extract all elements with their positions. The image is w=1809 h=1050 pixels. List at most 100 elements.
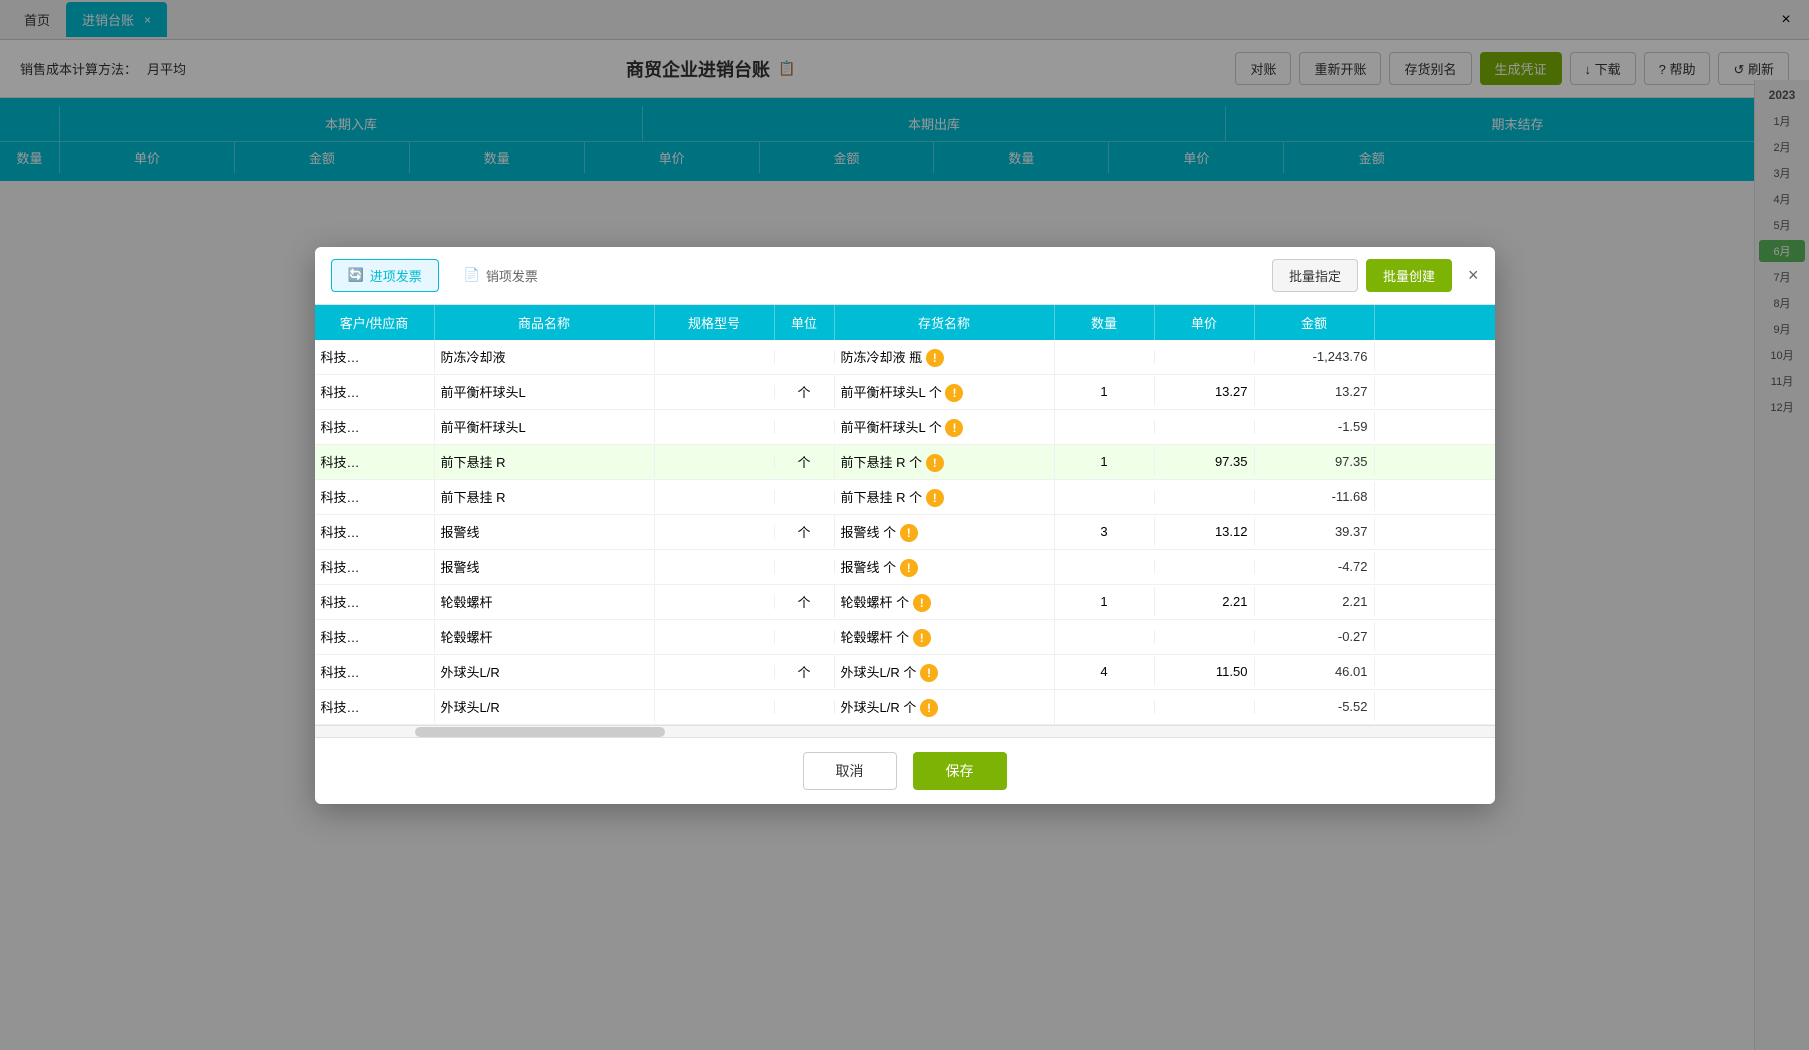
cell-spec: [655, 665, 775, 679]
cell-inventory: 前平衡杆球头L 个 !: [835, 375, 1055, 409]
cell-spec: [655, 455, 775, 469]
cell-product: 报警线: [435, 515, 655, 548]
table-row[interactable]: 科技… 前平衡杆球头L 个 前平衡杆球头L 个 ! 1 13.27 13.27: [315, 375, 1495, 410]
invoice-modal: 🔄 进项发票 📄 销项发票 批量指定 批量创建 × 客户/供应商 商品名称 规格…: [315, 247, 1495, 804]
cell-unit-price: [1155, 560, 1255, 574]
cell-unit: 个: [775, 445, 835, 478]
cell-amount: -1.59: [1255, 412, 1375, 441]
cell-inventory: 轮毂螺杆 个 !: [835, 620, 1055, 654]
cell-amount: -5.52: [1255, 692, 1375, 721]
table-row[interactable]: 科技… 前下悬挂 R 个 前下悬挂 R 个 ! 1 97.35 97.35: [315, 445, 1495, 480]
cell-spec: [655, 525, 775, 539]
col-quantity: 数量: [1055, 305, 1155, 340]
cell-product: 轮毂螺杆: [435, 620, 655, 653]
warning-icon: !: [920, 699, 938, 717]
cell-amount: 97.35: [1255, 447, 1375, 476]
cell-inventory: 报警线 个 !: [835, 550, 1055, 584]
cell-unit: 个: [775, 375, 835, 408]
table-row[interactable]: 科技… 外球头L/R 外球头L/R 个 ! -5.52: [315, 690, 1495, 725]
cell-unit-price: 2.21: [1155, 587, 1255, 616]
cell-amount: -0.27: [1255, 622, 1375, 651]
cell-spec: [655, 490, 775, 504]
table-row[interactable]: 科技… 报警线 报警线 个 ! -4.72: [315, 550, 1495, 585]
cell-spec: [655, 700, 775, 714]
batch-create-button[interactable]: 批量创建: [1366, 259, 1452, 292]
modal-overlay: 🔄 进项发票 📄 销项发票 批量指定 批量创建 × 客户/供应商 商品名称 规格…: [0, 0, 1809, 1050]
warning-icon: !: [945, 419, 963, 437]
col-spec: 规格型号: [655, 305, 775, 340]
tab-purchase-invoice[interactable]: 🔄 进项发票: [331, 259, 439, 292]
cell-spec: [655, 350, 775, 364]
cell-product: 防冻冷却液: [435, 340, 655, 373]
col-amount: 金额: [1255, 305, 1375, 340]
cell-unit-price: [1155, 700, 1255, 714]
cell-quantity: 4: [1055, 657, 1155, 686]
warning-icon: !: [913, 594, 931, 612]
cell-quantity: [1055, 420, 1155, 434]
table-row[interactable]: 科技… 轮毂螺杆 个 轮毂螺杆 个 ! 1 2.21 2.21: [315, 585, 1495, 620]
cancel-button[interactable]: 取消: [803, 752, 897, 790]
cell-inventory: 前下悬挂 R 个 !: [835, 445, 1055, 479]
cell-unit-price: 13.27: [1155, 377, 1255, 406]
col-unit-price: 单价: [1155, 305, 1255, 340]
cell-inventory: 外球头L/R 个 !: [835, 655, 1055, 689]
warning-icon: !: [926, 489, 944, 507]
cell-supplier: 科技…: [315, 620, 435, 653]
modal-table-body: 科技… 防冻冷却液 防冻冷却液 瓶 ! -1,243.76 科技… 前平衡杆球头…: [315, 340, 1495, 725]
table-row[interactable]: 科技… 报警线 个 报警线 个 ! 3 13.12 39.37: [315, 515, 1495, 550]
cell-product: 前下悬挂 R: [435, 445, 655, 478]
cell-product: 轮毂螺杆: [435, 585, 655, 618]
table-row[interactable]: 科技… 轮毂螺杆 轮毂螺杆 个 ! -0.27: [315, 620, 1495, 655]
cell-quantity: [1055, 350, 1155, 364]
col-inventory-name: 存货名称: [835, 305, 1055, 340]
cell-spec: [655, 630, 775, 644]
cell-inventory: 报警线 个 !: [835, 515, 1055, 549]
cell-unit: [775, 560, 835, 574]
warning-icon: !: [945, 384, 963, 402]
cell-product: 前下悬挂 R: [435, 480, 655, 513]
cell-product: 前平衡杆球头L: [435, 410, 655, 443]
cell-unit-price: 97.35: [1155, 447, 1255, 476]
sales-icon: 📄: [464, 267, 480, 283]
sales-tab-label: 销项发票: [486, 266, 538, 285]
cell-unit: [775, 700, 835, 714]
modal-close-button[interactable]: ×: [1468, 259, 1479, 292]
scrollbar-thumb[interactable]: [415, 727, 665, 737]
cell-quantity: [1055, 490, 1155, 504]
cell-supplier: 科技…: [315, 550, 435, 583]
col-product-name: 商品名称: [435, 305, 655, 340]
warning-icon: !: [900, 524, 918, 542]
warning-icon: !: [920, 664, 938, 682]
table-row[interactable]: 科技… 前下悬挂 R 前下悬挂 R 个 ! -11.68: [315, 480, 1495, 515]
cell-supplier: 科技…: [315, 375, 435, 408]
modal-footer: 取消 保存: [315, 737, 1495, 804]
table-row[interactable]: 科技… 防冻冷却液 防冻冷却液 瓶 ! -1,243.76: [315, 340, 1495, 375]
cell-amount: -1,243.76: [1255, 342, 1375, 371]
purchase-tab-label: 进项发票: [370, 266, 422, 285]
tab-sales-invoice[interactable]: 📄 销项发票: [447, 259, 555, 292]
cell-unit-price: 13.12: [1155, 517, 1255, 546]
batch-specify-button[interactable]: 批量指定: [1272, 259, 1358, 292]
cell-inventory: 防冻冷却液 瓶 !: [835, 340, 1055, 374]
cell-unit-price: [1155, 630, 1255, 644]
cell-product: 报警线: [435, 550, 655, 583]
table-row[interactable]: 科技… 外球头L/R 个 外球头L/R 个 ! 4 11.50 46.01: [315, 655, 1495, 690]
table-row[interactable]: 科技… 前平衡杆球头L 前平衡杆球头L 个 ! -1.59: [315, 410, 1495, 445]
horizontal-scrollbar[interactable]: [315, 725, 1495, 737]
modal-table-header: 客户/供应商 商品名称 规格型号 单位 存货名称 数量 单价 金额: [315, 305, 1495, 340]
cell-unit-price: [1155, 420, 1255, 434]
cell-amount: -4.72: [1255, 552, 1375, 581]
cell-spec: [655, 420, 775, 434]
warning-icon: !: [900, 559, 918, 577]
cell-unit: [775, 490, 835, 504]
cell-amount: 2.21: [1255, 587, 1375, 616]
cell-quantity: 1: [1055, 377, 1155, 406]
cell-amount: 46.01: [1255, 657, 1375, 686]
cell-supplier: 科技…: [315, 445, 435, 478]
cell-unit-price: 11.50: [1155, 657, 1255, 686]
cell-supplier: 科技…: [315, 585, 435, 618]
save-button[interactable]: 保存: [913, 752, 1007, 790]
cell-amount: 13.27: [1255, 377, 1375, 406]
cell-supplier: 科技…: [315, 655, 435, 688]
modal-header-actions: 批量指定 批量创建 ×: [1272, 259, 1479, 292]
